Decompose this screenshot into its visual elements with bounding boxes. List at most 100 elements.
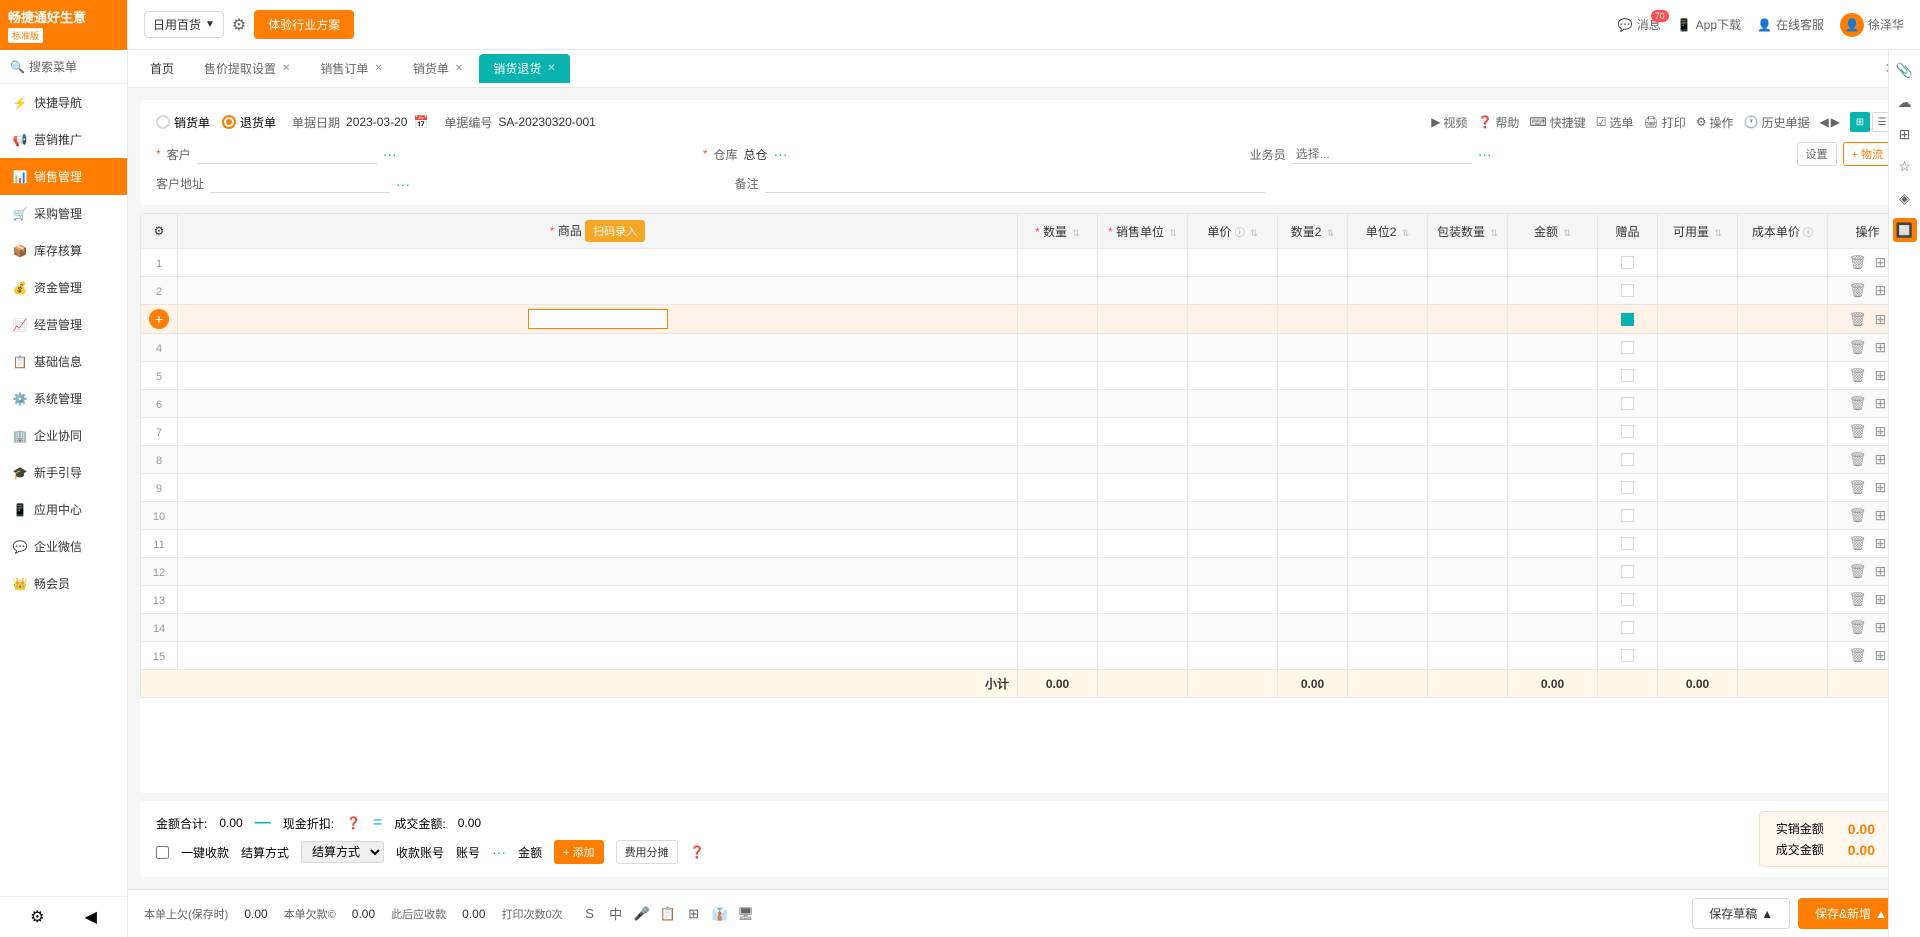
qty-cell[interactable] xyxy=(1018,418,1098,446)
cost-cell[interactable] xyxy=(1738,446,1828,474)
product-cell[interactable] xyxy=(178,390,1018,418)
cost-cell[interactable] xyxy=(1738,502,1828,530)
qty-cell[interactable] xyxy=(1018,390,1098,418)
amount-cell[interactable] xyxy=(1508,502,1598,530)
amount-cell[interactable] xyxy=(1508,362,1598,390)
copy-row-btn[interactable]: ⊞ xyxy=(1875,619,1887,636)
product-input[interactable] xyxy=(528,309,668,329)
th-settings[interactable]: ⚙ xyxy=(141,214,178,249)
unit2-sort[interactable]: ⇅ xyxy=(1402,228,1410,238)
gift-checkbox[interactable] xyxy=(1621,565,1634,578)
unit-cell[interactable] xyxy=(1098,277,1188,305)
price-cell[interactable] xyxy=(1188,362,1278,390)
unit-sort[interactable]: ⇅ xyxy=(1169,228,1177,238)
prev-icon[interactable]: ◀ xyxy=(1820,115,1829,129)
gift-checkbox[interactable] xyxy=(1621,649,1634,662)
cost-info-icon[interactable]: ⓘ xyxy=(1803,228,1813,239)
salesperson-input[interactable] xyxy=(1292,145,1472,164)
add-item-btn[interactable]: + 添加 xyxy=(554,840,603,864)
sidebar-nav-item-shortcuts[interactable]: ⚡ 快捷导航 xyxy=(0,84,127,121)
gift-checkbox[interactable] xyxy=(1621,481,1634,494)
radio-delivery[interactable]: 销货单 xyxy=(156,114,210,131)
pack-cell[interactable] xyxy=(1428,530,1508,558)
industry-select[interactable]: 日用百货 ▼ xyxy=(144,11,224,38)
cost-cell[interactable] xyxy=(1738,390,1828,418)
gift-checkbox[interactable] xyxy=(1621,621,1634,634)
gift-checkbox[interactable] xyxy=(1621,284,1634,297)
cost-cell[interactable] xyxy=(1738,642,1828,670)
qty2-cell[interactable] xyxy=(1278,446,1348,474)
price-cell[interactable] xyxy=(1188,249,1278,277)
cost-cell[interactable] xyxy=(1738,305,1828,334)
amount-cell[interactable] xyxy=(1508,446,1598,474)
unit2-cell[interactable] xyxy=(1348,586,1428,614)
toolbar-icon-5[interactable]: ⊞ xyxy=(683,903,705,925)
gift-cell[interactable] xyxy=(1598,530,1658,558)
avail-cell[interactable] xyxy=(1658,362,1738,390)
delete-row-btn[interactable]: 🗑 xyxy=(1849,451,1867,468)
qty2-cell[interactable] xyxy=(1278,249,1348,277)
side-panel-btn-2[interactable]: ☁ xyxy=(1893,90,1917,114)
qty2-cell[interactable] xyxy=(1278,418,1348,446)
sidebar-settings-icon[interactable]: ⚙ xyxy=(30,907,44,927)
price-cell[interactable] xyxy=(1188,446,1278,474)
unit-cell[interactable] xyxy=(1098,558,1188,586)
remark-input[interactable] xyxy=(765,174,1265,193)
gift-cell[interactable] xyxy=(1598,277,1658,305)
price-cell[interactable] xyxy=(1188,418,1278,446)
amount-cell[interactable] xyxy=(1508,474,1598,502)
product-cell[interactable] xyxy=(178,362,1018,390)
print-btn[interactable]: 🖨 打印 xyxy=(1644,114,1686,131)
pack-cell[interactable] xyxy=(1428,558,1508,586)
avail-cell[interactable] xyxy=(1658,530,1738,558)
cost-cell[interactable] xyxy=(1738,334,1828,362)
product-cell[interactable] xyxy=(178,446,1018,474)
history-btn[interactable]: 🕐 历史单据 xyxy=(1744,114,1810,131)
delete-row-btn[interactable]: 🗑 xyxy=(1849,619,1867,636)
unit2-cell[interactable] xyxy=(1348,305,1428,334)
gift-cell[interactable] xyxy=(1598,558,1658,586)
gift-cell[interactable] xyxy=(1598,418,1658,446)
avail-cell[interactable] xyxy=(1658,614,1738,642)
salesperson-dots-btn[interactable]: ··· xyxy=(1478,146,1492,162)
sidebar-nav-item-member[interactable]: 👑 畅会员 xyxy=(0,565,127,602)
gift-cell[interactable] xyxy=(1598,362,1658,390)
operation-btn[interactable]: ⚙ 操作 xyxy=(1696,114,1734,131)
avail-sort[interactable]: ⇅ xyxy=(1714,228,1722,238)
pack-cell[interactable] xyxy=(1428,586,1508,614)
tab-sale-return-close[interactable]: ✕ xyxy=(547,63,555,74)
qty2-cell[interactable] xyxy=(1278,558,1348,586)
product-cell[interactable] xyxy=(178,558,1018,586)
sidebar-nav-item-newbie[interactable]: 🎓 新手引导 xyxy=(0,454,127,491)
cost-cell[interactable] xyxy=(1738,418,1828,446)
sidebar-nav-item-appstore[interactable]: 📱 应用中心 xyxy=(0,491,127,528)
save-draft-btn[interactable]: 保存草稿 ▲ xyxy=(1692,898,1790,929)
user-avatar[interactable]: 👤 徐泽华 xyxy=(1840,13,1904,37)
unit-cell[interactable] xyxy=(1098,642,1188,670)
unit-cell[interactable] xyxy=(1098,614,1188,642)
price-cell[interactable] xyxy=(1188,502,1278,530)
price-cell[interactable] xyxy=(1188,614,1278,642)
delete-row-btn[interactable]: 🗑 xyxy=(1849,563,1867,580)
tab-sale-delivery-close[interactable]: ✕ xyxy=(455,63,463,74)
amount-cell[interactable] xyxy=(1508,277,1598,305)
help-btn[interactable]: ❓ 帮助 xyxy=(1477,114,1519,131)
qty-cell[interactable] xyxy=(1018,249,1098,277)
product-cell[interactable] xyxy=(178,614,1018,642)
set-btn[interactable]: 设置 xyxy=(1797,142,1837,166)
sidebar-search[interactable]: 🔍 搜索菜单 xyxy=(0,50,127,84)
gift-checkbox[interactable] xyxy=(1621,509,1634,522)
qty2-cell[interactable] xyxy=(1278,474,1348,502)
sidebar-nav-item-purchase[interactable]: 🛒 采购管理 xyxy=(0,195,127,232)
amount-cell[interactable] xyxy=(1508,614,1598,642)
shortcut-btn[interactable]: ⌨ 快捷键 xyxy=(1529,114,1585,131)
copy-row-btn[interactable]: ⊞ xyxy=(1875,254,1887,271)
side-panel-btn-5[interactable]: ◈ xyxy=(1893,186,1917,210)
toolbar-icon-7[interactable]: 🖥 xyxy=(735,903,757,925)
qty2-cell[interactable] xyxy=(1278,530,1348,558)
gift-cell[interactable] xyxy=(1598,614,1658,642)
avail-cell[interactable] xyxy=(1658,474,1738,502)
avail-cell[interactable] xyxy=(1658,558,1738,586)
copy-row-btn[interactable]: ⊞ xyxy=(1875,563,1887,580)
date-value[interactable]: 2023-03-20 xyxy=(346,115,407,129)
